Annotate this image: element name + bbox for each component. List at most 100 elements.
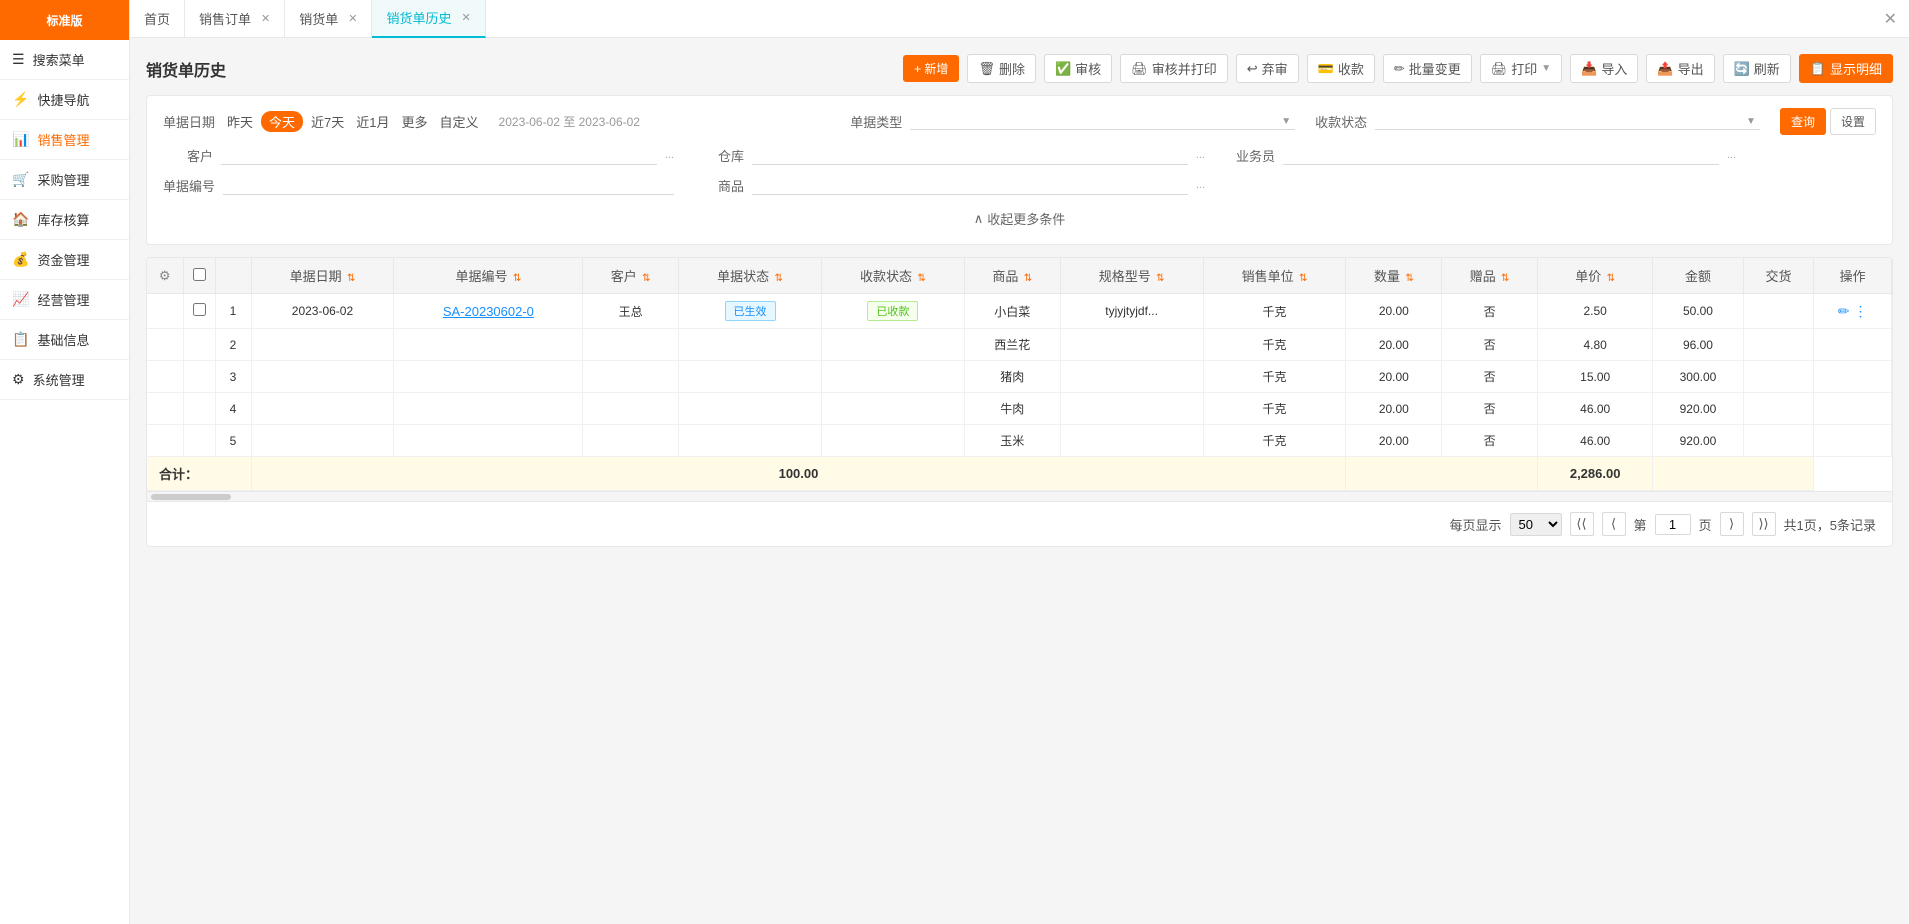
- col-rowno-cell: 2: [215, 329, 251, 361]
- salesman-input[interactable]: [1283, 145, 1719, 165]
- tab-sales-order-close[interactable]: ✕: [261, 12, 270, 25]
- edit-icon[interactable]: ✏: [1838, 303, 1850, 320]
- tab-sales-history-close[interactable]: ✕: [462, 11, 471, 24]
- settings-button[interactable]: 设置: [1830, 108, 1876, 135]
- per-page-select[interactable]: 50 100 200: [1510, 513, 1562, 536]
- page-header: 销货单历史 + 新增 🗑 删除 ✅ 审核 🖨 审核并打印 ↩ 弃审: [146, 54, 1893, 83]
- col-collectstatus-cell: [821, 393, 964, 425]
- date-btn-yesterday[interactable]: 昨天: [223, 111, 257, 132]
- collect-status-select[interactable]: ▼: [1375, 114, 1760, 130]
- customer-dots[interactable]: ...: [665, 149, 674, 161]
- sidebar-item-quick-nav[interactable]: ⚡ 快捷导航: [0, 80, 129, 120]
- warehouse-input[interactable]: [752, 145, 1188, 165]
- tab-sales-delivery[interactable]: 销货单 ✕: [285, 0, 372, 38]
- batch-change-button[interactable]: ✏ 批量变更: [1383, 54, 1472, 83]
- col-collectstatus-sort-icon: ⇅: [917, 273, 925, 284]
- collapse-label: 收起更多条件: [987, 209, 1065, 228]
- horizontal-scroll-bar[interactable]: [147, 491, 1892, 501]
- col-gift-sort-icon: ⇅: [1501, 273, 1509, 284]
- sidebar-item-inventory[interactable]: 🏠 库存核算: [0, 200, 129, 240]
- col-docdate-header[interactable]: 单据日期 ⇅: [251, 258, 394, 294]
- prev-page-button[interactable]: ⟨: [1602, 512, 1626, 536]
- export-button[interactable]: 📤 导出: [1646, 54, 1714, 83]
- col-collectstatus-header[interactable]: 收款状态 ⇅: [821, 258, 964, 294]
- empty-total-gift: [1346, 457, 1537, 491]
- date-btn-custom[interactable]: 自定义: [436, 111, 483, 132]
- row-checkbox[interactable]: [193, 303, 206, 316]
- col-gift-header[interactable]: 赠品 ⇅: [1442, 258, 1538, 294]
- show-detail-button[interactable]: 📋 显示明细: [1799, 54, 1893, 83]
- goods-dots[interactable]: ...: [1196, 179, 1205, 191]
- date-range-buttons: 昨天 今天 近7天 近1月 更多 自定义: [223, 111, 483, 132]
- doc-no-input[interactable]: [223, 175, 674, 195]
- filter-row-3: 单据编号 商品 ...: [163, 175, 1876, 195]
- warehouse-dots[interactable]: ...: [1196, 149, 1205, 161]
- col-unit-header[interactable]: 销售单位 ⇅: [1203, 258, 1346, 294]
- per-page-label: 每页显示: [1449, 515, 1501, 534]
- col-price-header[interactable]: 单价 ⇅: [1537, 258, 1652, 294]
- sidebar-item-search-menu[interactable]: ☰ 搜索菜单: [0, 40, 129, 80]
- date-btn-today[interactable]: 今天: [261, 111, 303, 132]
- date-btn-more[interactable]: 更多: [398, 111, 432, 132]
- tab-home[interactable]: 首页: [130, 0, 185, 38]
- more-icon[interactable]: ⋮: [1854, 303, 1868, 320]
- doc-type-select[interactable]: ▼: [910, 114, 1295, 130]
- tab-sales-order[interactable]: 销售订单 ✕: [185, 0, 285, 38]
- abandon-button[interactable]: ↩ 弃审: [1236, 54, 1299, 83]
- window-close-button[interactable]: ✕: [1872, 9, 1909, 29]
- sidebar-item-purchase[interactable]: 🛒 采购管理: [0, 160, 129, 200]
- query-button[interactable]: 查询: [1780, 108, 1826, 135]
- scroll-thumb[interactable]: [151, 494, 231, 500]
- col-customer-header[interactable]: 客户 ⇅: [583, 258, 679, 294]
- refresh-button[interactable]: 🔄 刷新: [1723, 54, 1791, 83]
- sidebar-item-basic-info[interactable]: 📋 基础信息: [0, 320, 129, 360]
- tab-sales-history-label: 销货单历史: [386, 8, 451, 27]
- goods-input[interactable]: [752, 175, 1188, 195]
- audit-button[interactable]: ✅ 审核: [1044, 54, 1112, 83]
- col-settings-header: ⚙: [147, 258, 183, 294]
- print-button[interactable]: 🖨 打印 ▼: [1480, 54, 1562, 83]
- tab-sales-history[interactable]: 销货单历史 ✕: [372, 0, 485, 38]
- sidebar-item-label: 采购管理: [37, 170, 89, 189]
- sidebar-item-finance[interactable]: 💰 资金管理: [0, 240, 129, 280]
- new-button[interactable]: + 新增: [903, 55, 959, 82]
- col-docno-header[interactable]: 单据编号 ⇅: [394, 258, 583, 294]
- col-docno-cell: [394, 329, 583, 361]
- collapse-filter-button[interactable]: ∧ 收起更多条件: [974, 205, 1066, 232]
- col-amount-header: 金额: [1653, 258, 1743, 294]
- table-row: 1 2023-06-02 SA-20230602-0 王总 已生效 已收款 小白…: [147, 294, 1892, 329]
- audit-print-button[interactable]: 🖨 审核并打印: [1120, 54, 1228, 83]
- col-trade-cell: [1743, 393, 1814, 425]
- sidebar-item-sales[interactable]: 📊 销售管理: [0, 120, 129, 160]
- date-btn-7days[interactable]: 近7天: [307, 111, 348, 132]
- col-customer-cell: [583, 361, 679, 393]
- col-price-cell: 4.80: [1537, 329, 1652, 361]
- select-all-checkbox[interactable]: [193, 268, 206, 281]
- next-page-button[interactable]: ⟩: [1720, 512, 1744, 536]
- col-spec-header[interactable]: 规格型号 ⇅: [1060, 258, 1203, 294]
- import-button[interactable]: 📥 导入: [1570, 54, 1638, 83]
- delete-button[interactable]: 🗑 删除: [967, 54, 1036, 83]
- col-quantity-sort-icon: ⇅: [1405, 273, 1413, 284]
- page-number-input[interactable]: [1655, 514, 1691, 535]
- export-icon: 📤: [1657, 61, 1673, 77]
- col-docstatus-cell: [679, 425, 822, 457]
- col-amount-cell: 300.00: [1653, 361, 1743, 393]
- table-settings-icon[interactable]: ⚙: [159, 268, 171, 283]
- first-page-button[interactable]: ⟨⟨: [1570, 512, 1594, 536]
- last-page-button[interactable]: ⟩⟩: [1752, 512, 1776, 536]
- col-quantity-cell: 20.00: [1346, 361, 1442, 393]
- doc-no-link[interactable]: SA-20230602-0: [443, 304, 534, 319]
- date-btn-1month[interactable]: 近1月: [352, 111, 393, 132]
- customer-input[interactable]: [221, 145, 657, 165]
- salesman-dots[interactable]: ...: [1727, 149, 1736, 161]
- tab-sales-delivery-close[interactable]: ✕: [348, 12, 357, 25]
- col-docstatus-label: 单据状态: [717, 269, 769, 284]
- col-docstatus-header[interactable]: 单据状态 ⇅: [679, 258, 822, 294]
- col-quantity-header[interactable]: 数量 ⇅: [1346, 258, 1442, 294]
- col-goods-header[interactable]: 商品 ⇅: [964, 258, 1060, 294]
- sidebar-item-sys-admin[interactable]: ⚙ 系统管理: [0, 360, 129, 400]
- col-unit-cell: 千克: [1203, 393, 1346, 425]
- collect-button[interactable]: 💳 收款: [1307, 54, 1375, 83]
- sidebar-item-operation[interactable]: 📈 经营管理: [0, 280, 129, 320]
